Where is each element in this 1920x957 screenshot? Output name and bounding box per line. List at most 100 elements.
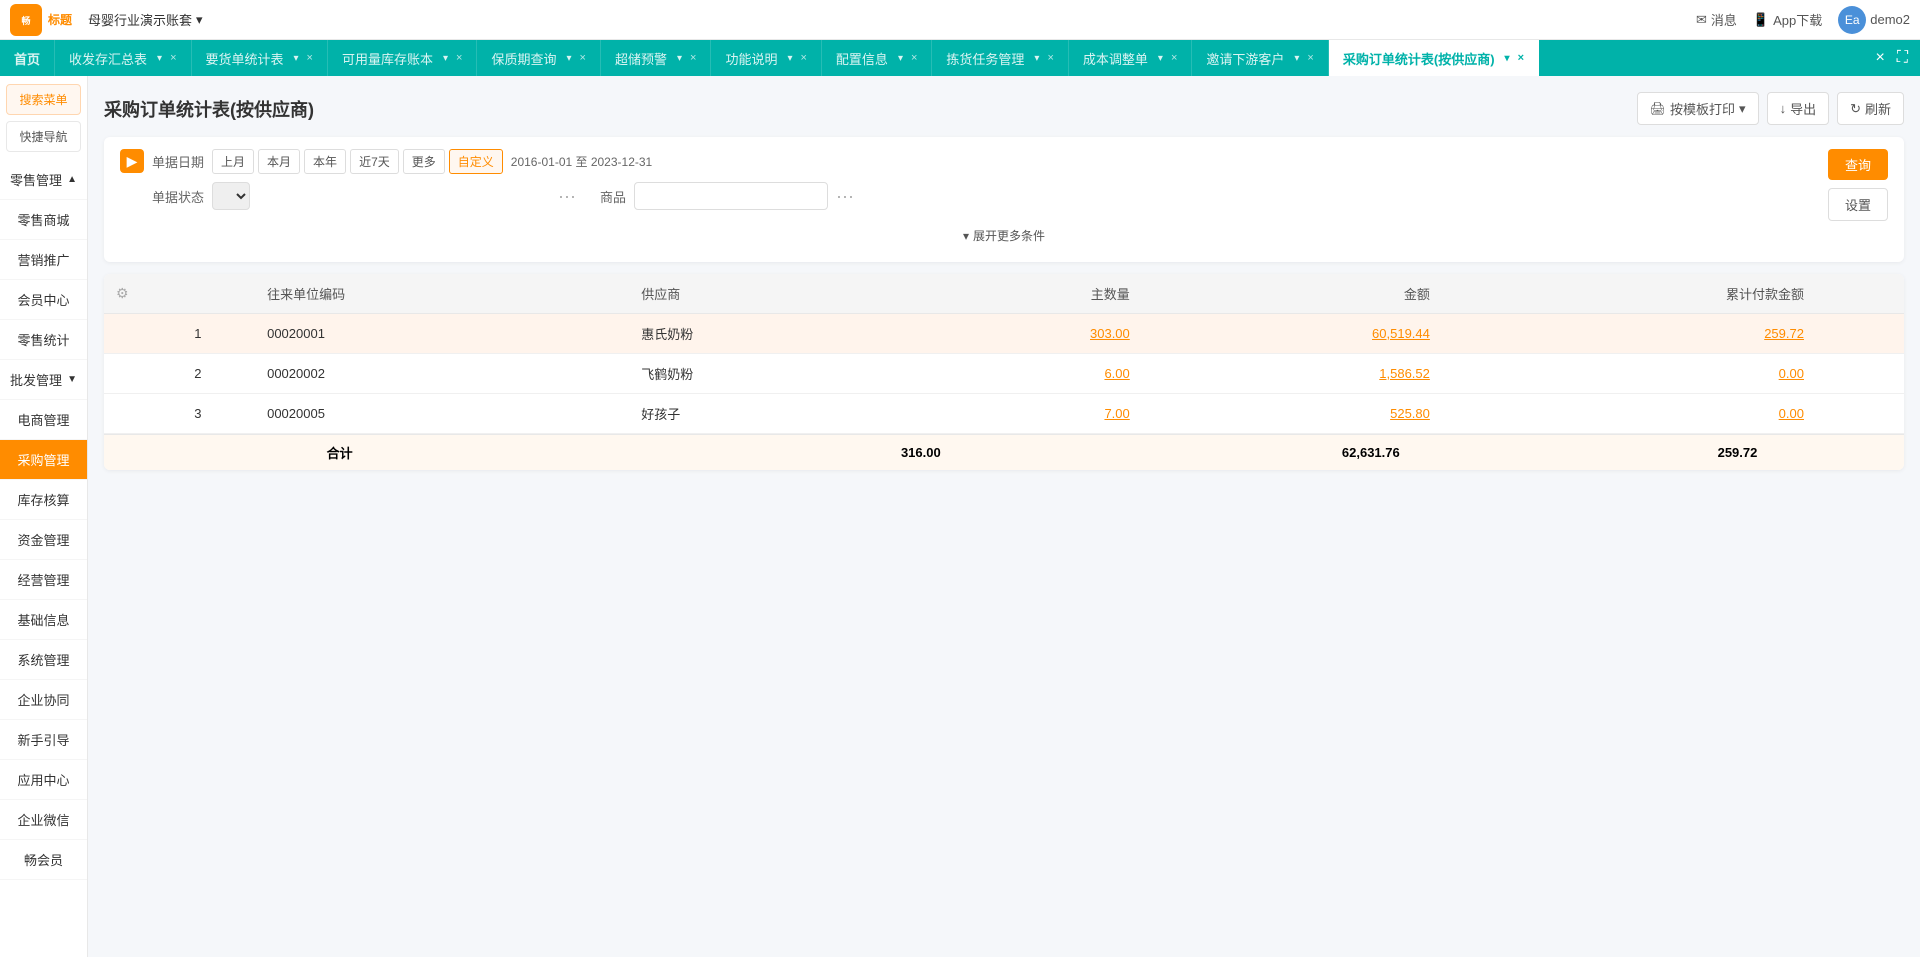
app-download-action[interactable]: 📱 App下载 (1753, 10, 1822, 29)
row-amount-1[interactable]: 60,519.44 (1142, 314, 1442, 354)
tab-task[interactable]: 拣货任务管理 ▾ × (932, 40, 1068, 76)
tab-expiry-close[interactable]: × (580, 52, 586, 64)
message-action[interactable]: ✉ 消息 (1696, 10, 1737, 29)
nav-tabs-actions: × ⛶ (1871, 45, 1920, 71)
tab-stock-close[interactable]: × (456, 52, 462, 64)
workspace-selector[interactable]: 母婴行业演示账套 ▾ (80, 6, 211, 33)
row-paid-2[interactable]: 0.00 (1442, 354, 1816, 394)
tab-overstock-close[interactable]: × (690, 52, 696, 64)
sidebar-item-basic[interactable]: 基础信息 (0, 600, 87, 640)
goods-input[interactable] (634, 182, 828, 210)
row-supplier-3: 好孩子 (629, 394, 908, 434)
sidebar-item-retail[interactable]: 零售管理 ▲ (0, 160, 87, 200)
sidebar-member-label: 会员中心 (17, 290, 69, 309)
tab-cost-label: 成本调整单 (1083, 49, 1148, 68)
export-button[interactable]: ↓ 导出 (1767, 92, 1830, 125)
tab-function[interactable]: 功能说明 ▾ × (711, 40, 821, 76)
user-profile[interactable]: Ea demo2 (1838, 6, 1910, 34)
sidebar-item-member[interactable]: 会员中心 (0, 280, 87, 320)
date-btn-this-month[interactable]: 本月 (258, 149, 300, 174)
search-menu-button[interactable]: 搜索菜单 (6, 84, 81, 115)
tab-cost[interactable]: 成本调整单 ▾ × (1069, 40, 1192, 76)
date-btn-7days[interactable]: 近7天 (350, 149, 399, 174)
date-btn-custom[interactable]: 自定义 (449, 149, 503, 174)
sidebar-marketing-label: 营销推广 (17, 250, 69, 269)
phone-icon: 📱 (1753, 12, 1769, 28)
table-row[interactable]: 2 00020002 飞鹤奶粉 6.00 1,586.52 0.00 (104, 354, 1904, 394)
sidebar-item-purchase[interactable]: 采购管理 (0, 440, 87, 480)
tab-overstock[interactable]: 超储预警 ▾ × (601, 40, 711, 76)
footer-num-col (140, 435, 180, 470)
tab-cost-close[interactable]: × (1171, 52, 1177, 64)
sidebar-item-wholesale[interactable]: 批发管理 ▼ (0, 360, 87, 400)
row-paid-3[interactable]: 0.00 (1442, 394, 1816, 434)
tab-expiry[interactable]: 保质期查询 ▾ × (477, 40, 600, 76)
sidebar-item-operations[interactable]: 经营管理 (0, 560, 87, 600)
tab-invite[interactable]: 邀请下游客户 ▾ × (1192, 40, 1328, 76)
tab-task-close[interactable]: × (1047, 52, 1053, 64)
tab-collect[interactable]: 收发存汇总表 ▾ × (55, 40, 191, 76)
tab-config-close[interactable]: × (911, 52, 917, 64)
table-row[interactable]: 1 00020001 惠氏奶粉 303.00 60,519.44 259.72 (104, 314, 1904, 354)
date-btn-this-year[interactable]: 本年 (304, 149, 346, 174)
row-paid-1[interactable]: 259.72 (1442, 314, 1816, 354)
quick-nav-button[interactable]: 快捷导航 (6, 121, 81, 152)
sidebar-item-wechat[interactable]: 企业微信 (0, 800, 87, 840)
tab-collect-close[interactable]: × (170, 52, 176, 64)
date-btn-last-month[interactable]: 上月 (212, 149, 254, 174)
avatar: Ea (1838, 6, 1866, 34)
filter-fields: 单据日期 上月 本月 本年 近7天 更多 自定义 2016-01-01 至 20… (152, 149, 854, 210)
sidebar-retail-arrow: ▲ (67, 174, 77, 185)
tab-demand-close[interactable]: × (307, 52, 313, 64)
sidebar-item-marketing[interactable]: 营销推广 (0, 240, 87, 280)
sidebar-retail-stat-label: 零售统计 (17, 330, 69, 349)
sidebar-item-retail-shop[interactable]: 零售商城 (0, 200, 87, 240)
close-all-tabs-button[interactable]: × (1871, 45, 1888, 71)
sidebar-item-system[interactable]: 系统管理 (0, 640, 87, 680)
tab-home[interactable]: 首页 (0, 40, 55, 76)
tab-config[interactable]: 配置信息 ▾ × (822, 40, 932, 76)
page-title: 采购订单统计表(按供应商) (104, 96, 314, 122)
sidebar-item-appcenter[interactable]: 应用中心 (0, 760, 87, 800)
filter-left: ▶ 单据日期 上月 本月 本年 近7天 更多 (120, 149, 1812, 210)
row-amount-3[interactable]: 525.80 (1142, 394, 1442, 434)
refresh-button[interactable]: ↻ 刷新 (1837, 92, 1904, 125)
tab-purchase-stat[interactable]: 采购订单统计表(按供应商) ▾ × (1329, 40, 1539, 76)
filter-date-buttons: 上月 本月 本年 近7天 更多 自定义 (212, 149, 503, 174)
row-quantity-2[interactable]: 6.00 (908, 354, 1142, 394)
row-quantity-3[interactable]: 7.00 (908, 394, 1142, 434)
sidebar-item-ecommerce[interactable]: 电商管理 (0, 400, 87, 440)
row-quantity-1[interactable]: 303.00 (908, 314, 1142, 354)
fullscreen-button[interactable]: ⛶ (1893, 45, 1912, 71)
table-settings-icon[interactable]: ⚙ (116, 285, 129, 301)
sidebar-item-retail-stat[interactable]: 零售统计 (0, 320, 87, 360)
tab-demand[interactable]: 要货单统计表 ▾ × (192, 40, 328, 76)
filter-toggle-button[interactable]: ▶ (120, 149, 144, 173)
sidebar-item-enterprise[interactable]: 企业协同 (0, 680, 87, 720)
sidebar-ecommerce-label: 电商管理 (17, 410, 69, 429)
query-button[interactable]: 查询 (1828, 149, 1888, 180)
date-btn-more[interactable]: 更多 (403, 149, 445, 174)
export-icon: ↓ (1780, 101, 1787, 116)
tab-function-dropdown: ▾ (787, 53, 792, 64)
sidebar-item-newguide[interactable]: 新手引导 (0, 720, 87, 760)
sidebar-item-finance[interactable]: 资金管理 (0, 520, 87, 560)
table-row[interactable]: 3 00020005 好孩子 7.00 525.80 0.00 (104, 394, 1904, 434)
footer-table: 合计 316.00 62,631.76 259.72 (104, 435, 1904, 470)
print-button[interactable]: 🖨 按模板打印 ▾ (1637, 92, 1759, 125)
tab-purchase-stat-close[interactable]: × (1518, 52, 1524, 64)
tab-function-close[interactable]: × (800, 52, 806, 64)
filter-area: ▶ 单据日期 上月 本月 本年 近7天 更多 (104, 137, 1904, 262)
row-extra-3 (1816, 394, 1904, 434)
status-select[interactable] (212, 182, 250, 210)
row-amount-2[interactable]: 1,586.52 (1142, 354, 1442, 394)
row-gear-3 (104, 394, 141, 434)
col-amount: 金额 (1142, 274, 1442, 314)
settings-button[interactable]: 设置 (1828, 188, 1888, 221)
filter-status-row: 单据状态 ··· 商品 ··· (152, 182, 854, 210)
tab-invite-close[interactable]: × (1307, 52, 1313, 64)
expand-more-button[interactable]: ▾ 展开更多条件 (120, 221, 1888, 250)
sidebar-item-member2[interactable]: 畅会员 (0, 840, 87, 880)
sidebar-item-inventory[interactable]: 库存核算 (0, 480, 87, 520)
tab-stock[interactable]: 可用量库存账本 ▾ × (328, 40, 477, 76)
